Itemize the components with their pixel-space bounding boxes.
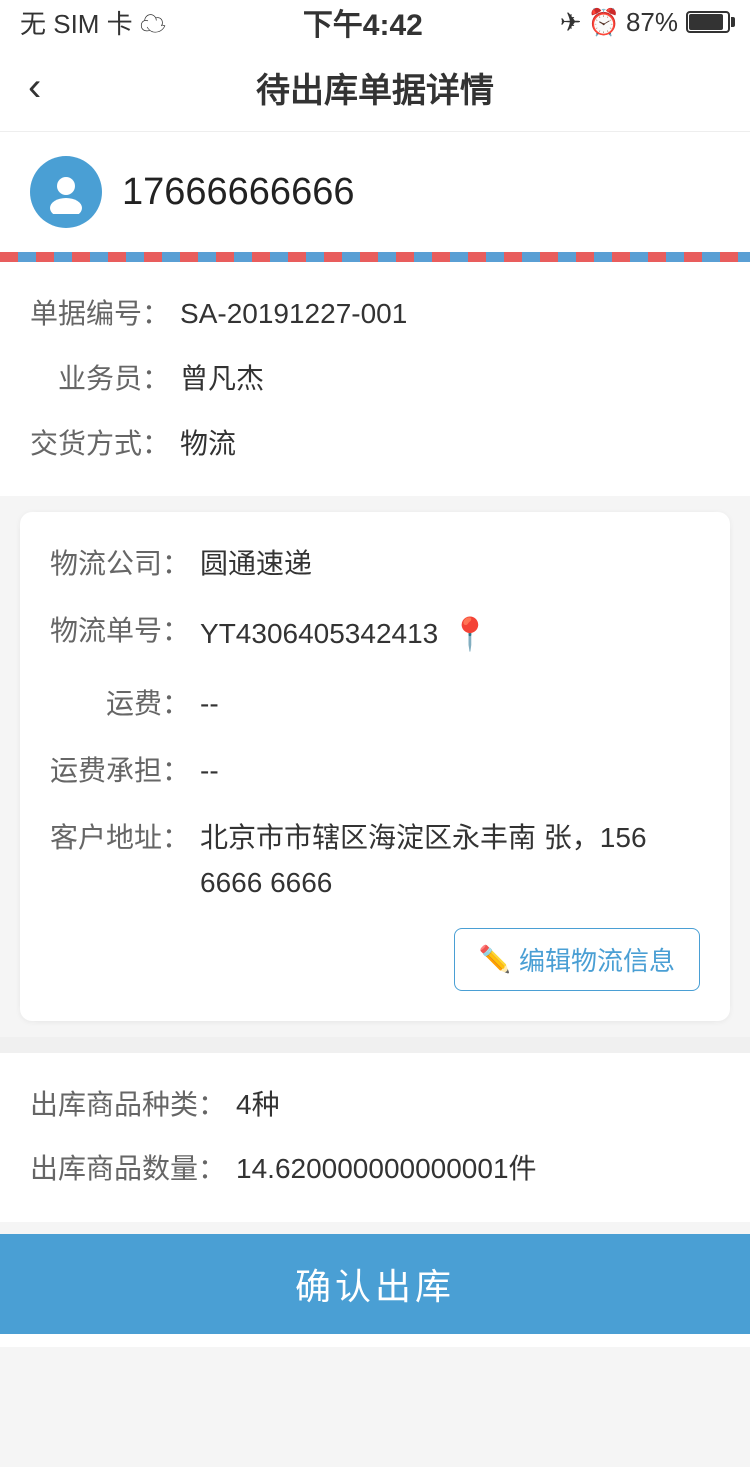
user-icon xyxy=(44,170,88,214)
confirm-bar[interactable]: 确认出库 xyxy=(0,1234,750,1334)
status-time: 下午4:42 xyxy=(303,0,423,44)
status-bar: 无 SIM 卡 ☁ 下午4:42 ✈ ⏰ 87% xyxy=(0,0,750,44)
salesman-label: 业务员： xyxy=(30,357,170,402)
freight-bearer-value: -- xyxy=(200,749,700,794)
logistics-section: 物流公司： 圆通速递 物流单号： YT4306405342413 📍 运费： -… xyxy=(20,512,730,1020)
logistics-tracking-label: 物流单号： xyxy=(50,609,190,654)
page-title: 待出库单据详情 xyxy=(256,63,494,112)
freight-bearer-label: 运费承担： xyxy=(50,749,190,794)
address-row: 客户地址： 北京市市辖区海淀区永丰南 张，156 6666 6666 xyxy=(50,816,700,906)
user-header: 17666666666 xyxy=(0,132,750,252)
battery-percent: 87% xyxy=(626,7,678,38)
edit-logistics-button[interactable]: ✏️ 编辑物流信息 xyxy=(454,928,700,991)
dashed-divider xyxy=(0,252,750,262)
delivery-value: 物流 xyxy=(180,422,720,467)
freight-value: -- xyxy=(200,682,700,727)
logistics-tracking-value: YT4306405342413 📍 xyxy=(200,609,700,660)
delivery-row: 交货方式： 物流 xyxy=(30,422,720,467)
freight-row: 运费： -- xyxy=(50,682,700,727)
nav-bar: ‹ 待出库单据详情 xyxy=(0,44,750,132)
order-no-label: 单据编号： xyxy=(30,292,170,337)
salesman-value: 曾凡杰 xyxy=(180,357,720,402)
logistics-company-label: 物流公司： xyxy=(50,542,190,587)
order-no-value: SA-20191227-001 xyxy=(180,292,720,337)
location-icon[interactable]: 📍 xyxy=(450,609,490,660)
status-left: 无 SIM 卡 ☁ xyxy=(20,4,166,41)
section-separator xyxy=(0,1037,750,1053)
product-type-label: 出库商品种类： xyxy=(30,1083,226,1128)
user-phone: 17666666666 xyxy=(122,171,354,214)
product-type-value: 4种 xyxy=(236,1083,720,1128)
product-quantity-label: 出库商品数量： xyxy=(30,1147,226,1192)
bottom-spacer xyxy=(0,1347,750,1467)
logistics-company-row: 物流公司： 圆通速递 xyxy=(50,542,700,587)
delivery-label: 交货方式： xyxy=(30,422,170,467)
freight-bearer-row: 运费承担： -- xyxy=(50,749,700,794)
clock-icon: ⏰ xyxy=(588,7,620,38)
signal-icon: ✈ xyxy=(560,7,582,38)
product-type-row: 出库商品种类： 4种 xyxy=(30,1083,720,1128)
status-right: ✈ ⏰ 87% xyxy=(560,7,730,38)
edit-icon: ✏️ xyxy=(479,944,511,975)
order-no-row: 单据编号： SA-20191227-001 xyxy=(30,292,720,337)
edit-logistics-label: 编辑物流信息 xyxy=(519,941,675,978)
sim-label: 无 SIM 卡 ☁ xyxy=(20,4,166,41)
salesman-row: 业务员： 曾凡杰 xyxy=(30,357,720,402)
edit-btn-wrap: ✏️ 编辑物流信息 xyxy=(50,928,700,991)
address-value: 北京市市辖区海淀区永丰南 张，156 6666 6666 xyxy=(200,816,700,906)
back-button[interactable]: ‹ xyxy=(28,65,41,110)
product-quantity-row: 出库商品数量： 14.620000000000001件 xyxy=(30,1147,720,1192)
battery-icon xyxy=(686,11,730,33)
product-quantity-value: 14.620000000000001件 xyxy=(236,1147,720,1192)
freight-label: 运费： xyxy=(50,682,190,727)
summary-section: 出库商品种类： 4种 出库商品数量： 14.620000000000001件 xyxy=(0,1053,750,1223)
logistics-tracking-row: 物流单号： YT4306405342413 📍 xyxy=(50,609,700,660)
confirm-button[interactable]: 确认出库 xyxy=(295,1258,455,1310)
address-label: 客户地址： xyxy=(50,816,190,861)
logistics-company-value: 圆通速递 xyxy=(200,542,700,587)
basic-info-section: 单据编号： SA-20191227-001 业务员： 曾凡杰 交货方式： 物流 xyxy=(0,262,750,496)
avatar xyxy=(30,156,102,228)
